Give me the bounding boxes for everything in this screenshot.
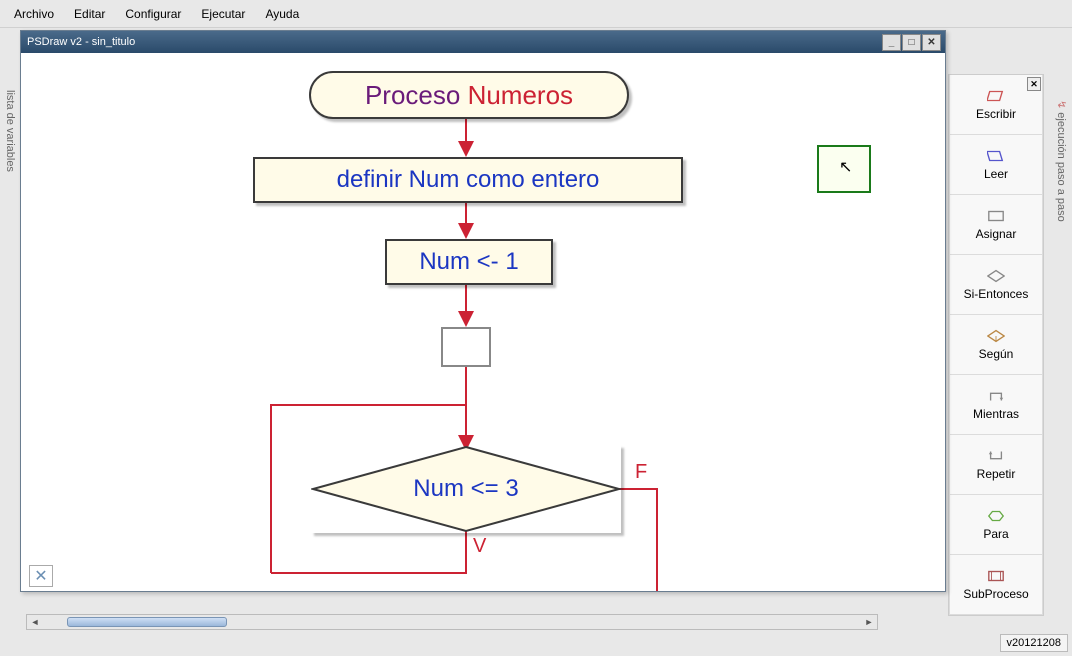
menu-editar[interactable]: Editar xyxy=(64,3,115,25)
subproc-icon xyxy=(987,569,1005,583)
node-terminal-start[interactable]: Proceso Numeros xyxy=(309,71,629,119)
node-decision[interactable]: Num <= 3 xyxy=(311,445,621,533)
scroll-left-icon[interactable]: ◄ xyxy=(27,615,43,629)
write-icon xyxy=(987,89,1005,103)
palette-close-icon[interactable]: ✕ xyxy=(1027,77,1041,91)
scroll-right-icon[interactable]: ► xyxy=(861,615,877,629)
scroll-thumb[interactable] xyxy=(67,617,227,627)
tool-label: Asignar xyxy=(976,227,1017,241)
menu-ayuda[interactable]: Ayuda xyxy=(255,3,309,25)
decision-text: Num <= 3 xyxy=(311,445,621,533)
tool-label: Repetir xyxy=(977,467,1016,481)
switch-icon xyxy=(987,329,1005,343)
tool-mientras[interactable]: Mientras xyxy=(949,375,1043,435)
tool-palette: ✕ Escribir Leer Asignar Si-Entonces Segú… xyxy=(948,74,1044,616)
minimize-button[interactable]: _ xyxy=(882,34,901,51)
tool-si-entonces[interactable]: Si-Entonces xyxy=(949,255,1043,315)
tool-label: Escribir xyxy=(976,107,1016,121)
label-true: V xyxy=(473,535,486,558)
tool-leer[interactable]: Leer xyxy=(949,135,1043,195)
tool-label: Si-Entonces xyxy=(964,287,1029,301)
window-titlebar[interactable]: PSDraw v2 - sin_titulo _ □ ✕ xyxy=(21,31,945,53)
label-false: F xyxy=(635,461,647,484)
menu-archivo[interactable]: Archivo xyxy=(4,3,64,25)
tool-subproceso[interactable]: SubProceso xyxy=(949,555,1043,615)
if-icon xyxy=(987,269,1005,283)
menu-ejecutar[interactable]: Ejecutar xyxy=(191,3,255,25)
for-icon xyxy=(987,509,1005,523)
terminal-process-name: Numeros xyxy=(468,80,573,111)
status-version: v20121208 xyxy=(1000,634,1068,652)
sidebar-left-tab[interactable]: lista de variables xyxy=(4,90,16,172)
panel-close-icon[interactable]: ✕ xyxy=(29,565,53,587)
tool-segun[interactable]: Según xyxy=(949,315,1043,375)
repeat-icon xyxy=(987,449,1005,463)
menubar: Archivo Editar Configurar Ejecutar Ayuda xyxy=(0,0,1072,28)
tool-para[interactable]: Para xyxy=(949,495,1043,555)
window-title: PSDraw v2 - sin_titulo xyxy=(25,36,881,48)
tool-label: Mientras xyxy=(973,407,1019,421)
sidebar-right-label: ejecución paso a paso xyxy=(1055,112,1067,221)
tool-label: SubProceso xyxy=(963,587,1028,601)
tool-label: Para xyxy=(983,527,1008,541)
menu-configurar[interactable]: Configurar xyxy=(115,3,191,25)
node-placeholder[interactable] xyxy=(441,327,491,367)
sidebar-right-tab[interactable]: ↯ ejecución paso a paso xyxy=(1055,100,1068,222)
maximize-button[interactable]: □ xyxy=(902,34,921,51)
close-button[interactable]: ✕ xyxy=(922,34,941,51)
node-define[interactable]: definir Num como entero xyxy=(253,157,683,203)
tool-repetir[interactable]: Repetir xyxy=(949,435,1043,495)
read-icon xyxy=(987,149,1005,163)
cursor-icon: ↖ xyxy=(839,157,852,177)
assign-icon xyxy=(987,209,1005,223)
step-exec-icon: ↯ xyxy=(1055,100,1067,109)
selection-box[interactable]: ↖ xyxy=(817,145,871,193)
node-assign[interactable]: Num <- 1 xyxy=(385,239,553,285)
horizontal-scrollbar[interactable]: ◄ ► xyxy=(26,614,878,630)
terminal-keyword: Proceso xyxy=(365,80,468,111)
tool-label: Leer xyxy=(984,167,1008,181)
while-icon xyxy=(987,389,1005,403)
tool-asignar[interactable]: Asignar xyxy=(949,195,1043,255)
tool-label: Según xyxy=(979,347,1014,361)
flowchart-canvas[interactable]: Proceso Numeros definir Num como entero … xyxy=(21,53,945,591)
diagram-window: PSDraw v2 - sin_titulo _ □ ✕ xyxy=(20,30,946,592)
